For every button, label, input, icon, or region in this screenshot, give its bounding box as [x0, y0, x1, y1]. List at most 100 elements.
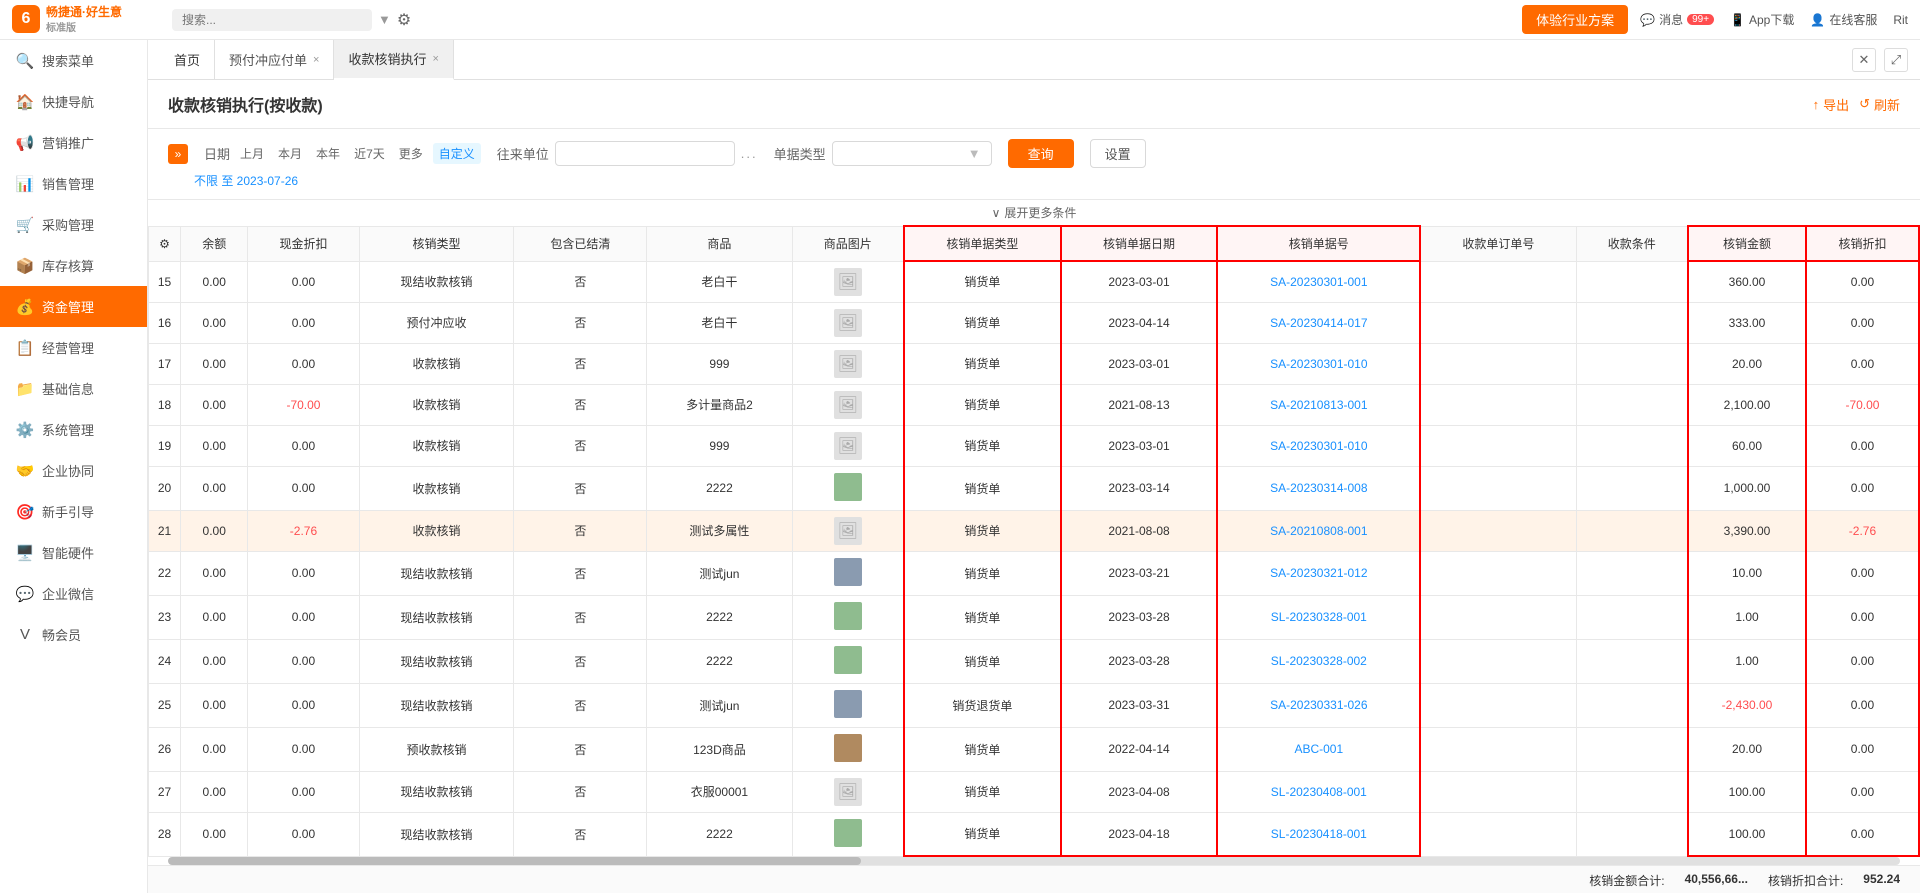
bill-no-link[interactable]: SL-20230408-001 — [1271, 785, 1367, 799]
cell-bill-no[interactable]: SA-20230321-012 — [1217, 551, 1420, 595]
online-service-item[interactable]: 👤 在线客服 — [1810, 11, 1877, 28]
cell-bill-no[interactable]: SL-20230418-001 — [1217, 812, 1420, 856]
th-settings[interactable]: ⚙ — [149, 226, 181, 261]
filter-settings-button[interactable]: 设置 — [1090, 139, 1146, 168]
bill-no-link[interactable]: SL-20230328-002 — [1271, 654, 1367, 668]
tab-payment[interactable]: 收款核销执行 × — [334, 40, 453, 80]
cell-bill-date: 2022-04-14 — [1061, 727, 1218, 771]
user-item[interactable]: Rit — [1893, 13, 1908, 27]
cell-included: 否 — [514, 639, 647, 683]
sidebar-label-hardware: 智能硬件 — [42, 543, 94, 562]
cell-bill-no[interactable]: ABC-001 — [1217, 727, 1420, 771]
cell-bill-type: 销货单 — [904, 466, 1061, 510]
export-button[interactable]: ↑ 导出 — [1813, 95, 1850, 114]
sidebar-item-guide[interactable]: 🎯 新手引导 — [0, 491, 147, 532]
tab-payment-close[interactable]: × — [432, 53, 438, 65]
bill-no-link[interactable]: SA-20210808-001 — [1270, 524, 1367, 538]
cell-id: 26 — [149, 727, 181, 771]
app-download-item[interactable]: 📱 App下载 — [1730, 11, 1794, 28]
cell-bill-no[interactable]: SL-20230408-001 — [1217, 771, 1420, 812]
cell-bill-no[interactable]: SL-20230328-002 — [1217, 639, 1420, 683]
last7-link[interactable]: 近7天 — [350, 143, 389, 164]
sidebar-item-sales[interactable]: 📊 销售管理 — [0, 163, 147, 204]
bill-type-select[interactable]: ▼ — [832, 141, 992, 166]
cell-order-no — [1420, 302, 1576, 343]
this-year-link[interactable]: 本年 — [312, 143, 344, 164]
sidebar-item-inventory[interactable]: 📦 库存核算 — [0, 245, 147, 286]
finance-icon: 💰 — [16, 298, 34, 316]
cell-amount: 1.00 — [1688, 595, 1806, 639]
cell-goods: 123D商品 — [647, 727, 792, 771]
custom-link[interactable]: 自定义 — [433, 143, 481, 164]
cell-bill-no[interactable]: SA-20210813-001 — [1217, 384, 1420, 425]
tab-prepay[interactable]: 预付冲应付单 × — [215, 40, 334, 80]
bill-no-link[interactable]: SA-20230301-010 — [1270, 439, 1367, 453]
tab-maximize-button[interactable]: ⤢ — [1884, 48, 1908, 72]
chevron-down-icon: ▼ — [968, 146, 981, 161]
sidebar-item-search[interactable]: 🔍 搜索菜单 — [0, 40, 147, 81]
cell-type: 收款核销 — [359, 466, 514, 510]
last-month-link[interactable]: 上月 — [236, 143, 268, 164]
cell-included: 否 — [514, 771, 647, 812]
cell-type: 现结收款核销 — [359, 683, 514, 727]
cell-bill-no[interactable]: SA-20210808-001 — [1217, 510, 1420, 551]
sidebar-item-marketing[interactable]: 📢 营销推广 — [0, 122, 147, 163]
refresh-button[interactable]: ↺ 刷新 — [1859, 95, 1900, 114]
cell-goods-img — [792, 639, 904, 683]
collapse-toggle[interactable]: » — [168, 144, 188, 164]
bill-no-link[interactable]: SA-20210813-001 — [1270, 398, 1367, 412]
cell-condition — [1576, 510, 1688, 551]
table-row: 26 0.00 0.00 预收款核销 否 123D商品 销货单 2022-04-… — [149, 727, 1920, 771]
expand-button[interactable]: ∨ 展开更多条件 — [992, 204, 1077, 221]
cell-bill-no[interactable]: SA-20230314-008 — [1217, 466, 1420, 510]
partner-input[interactable] — [555, 141, 735, 166]
cell-bill-no[interactable]: SA-20230301-001 — [1217, 261, 1420, 302]
dots-icon[interactable]: ... — [741, 146, 758, 161]
bill-no-link[interactable]: SA-20230301-001 — [1270, 275, 1367, 289]
sidebar-item-finance[interactable]: 💰 资金管理 — [0, 286, 147, 327]
hardware-icon: 🖥️ — [16, 544, 34, 562]
sidebar-item-nav[interactable]: 🏠 快捷导航 — [0, 81, 147, 122]
cell-type: 收款核销 — [359, 425, 514, 466]
bill-no-link[interactable]: SA-20230321-012 — [1270, 566, 1367, 580]
this-month-link[interactable]: 本月 — [274, 143, 306, 164]
cell-condition — [1576, 466, 1688, 510]
solution-button[interactable]: 体验行业方案 — [1522, 5, 1628, 34]
bill-no-link[interactable]: SA-20230301-010 — [1270, 357, 1367, 371]
cell-bill-no[interactable]: SL-20230328-001 — [1217, 595, 1420, 639]
bill-no-link[interactable]: SA-20230314-008 — [1270, 481, 1367, 495]
more-link[interactable]: 更多 — [395, 143, 427, 164]
cell-bill-no[interactable]: SA-20230301-010 — [1217, 343, 1420, 384]
sidebar-item-management[interactable]: 📋 经营管理 — [0, 327, 147, 368]
settings-icon[interactable]: ⚙ — [397, 10, 411, 30]
cell-condition — [1576, 639, 1688, 683]
cell-bill-no[interactable]: SA-20230301-010 — [1217, 425, 1420, 466]
message-item[interactable]: 💬 消息 99+ — [1640, 11, 1714, 28]
sidebar-item-member[interactable]: V 畅会员 — [0, 614, 147, 655]
bill-no-link[interactable]: SA-20230414-017 — [1270, 316, 1367, 330]
cell-bill-no[interactable]: SA-20230414-017 — [1217, 302, 1420, 343]
sidebar-item-system[interactable]: ⚙️ 系统管理 — [0, 409, 147, 450]
tab-close-all-button[interactable]: ✕ — [1852, 48, 1876, 72]
sidebar-item-hardware[interactable]: 🖥️ 智能硬件 — [0, 532, 147, 573]
cell-balance: 0.00 — [181, 727, 248, 771]
cell-condition — [1576, 302, 1688, 343]
search-input[interactable] — [172, 9, 372, 31]
message-label: 消息 — [1659, 11, 1683, 28]
sidebar-label-guide: 新手引导 — [42, 502, 94, 521]
bill-no-link[interactable]: SL-20230418-001 — [1271, 827, 1367, 841]
bill-no-link[interactable]: ABC-001 — [1294, 742, 1343, 756]
cell-bill-no[interactable]: SA-20230331-026 — [1217, 683, 1420, 727]
query-button[interactable]: 查询 — [1008, 139, 1074, 168]
bill-no-link[interactable]: SA-20230331-026 — [1270, 698, 1367, 712]
cell-type: 现结收款核销 — [359, 261, 514, 302]
cell-included: 否 — [514, 683, 647, 727]
sidebar-item-purchase[interactable]: 🛒 采购管理 — [0, 204, 147, 245]
sidebar-item-basic[interactable]: 📁 基础信息 — [0, 368, 147, 409]
bill-no-link[interactable]: SL-20230328-001 — [1271, 610, 1367, 624]
tab-home[interactable]: 首页 — [160, 40, 215, 80]
cell-amount: 1.00 — [1688, 639, 1806, 683]
sidebar-item-collab[interactable]: 🤝 企业协同 — [0, 450, 147, 491]
sidebar-item-wechat[interactable]: 💬 企业微信 — [0, 573, 147, 614]
tab-prepay-close[interactable]: × — [313, 54, 319, 66]
